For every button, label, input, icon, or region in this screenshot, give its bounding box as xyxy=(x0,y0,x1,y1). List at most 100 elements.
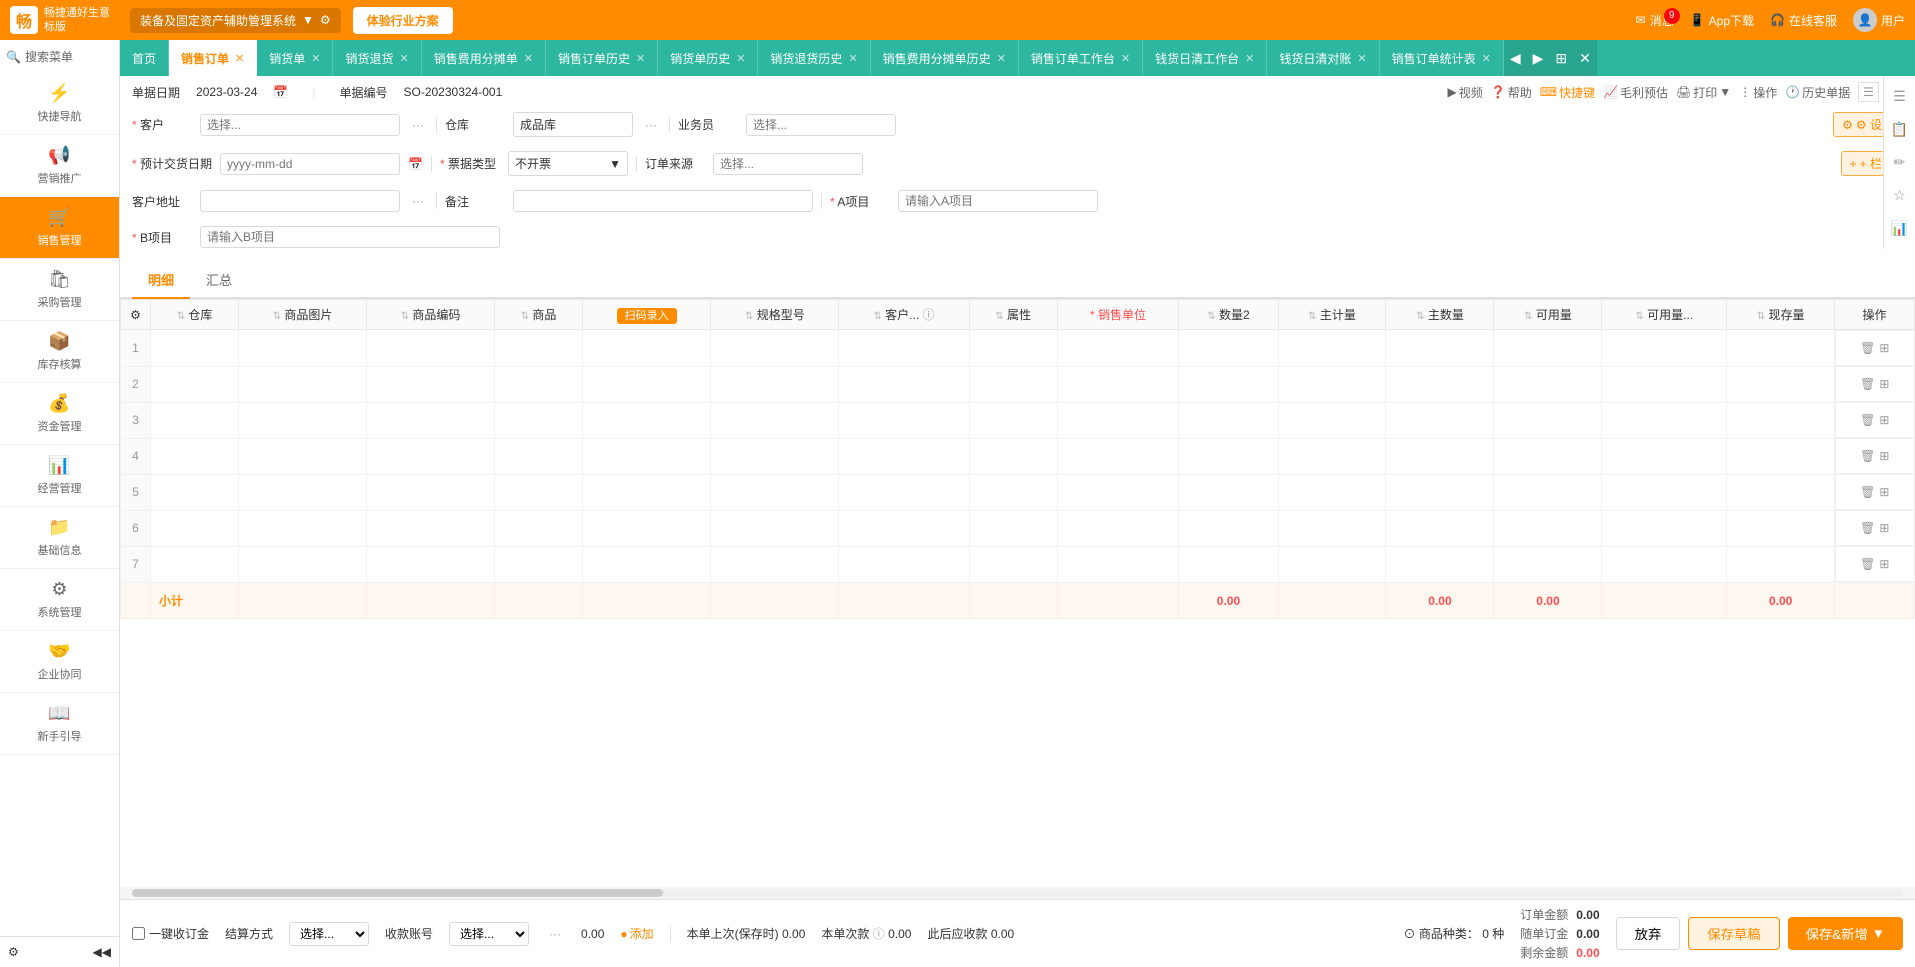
user-item[interactable]: 👤 用户 xyxy=(1853,8,1905,32)
history-btn[interactable]: 🕐 历史单据 xyxy=(1785,84,1850,101)
sidebar-item-sys-mgmt[interactable]: ⚙ 系统管理 xyxy=(0,569,119,631)
tab-cashflow[interactable]: 钱货日清工作台 ✕ xyxy=(1143,40,1267,76)
tab-close-return-history[interactable]: ✕ xyxy=(848,52,857,65)
row-delete-icon[interactable]: 🗑 xyxy=(1860,557,1875,571)
discard-button[interactable]: 放弃 xyxy=(1616,917,1681,950)
tab-fee-split[interactable]: 销售费用分摊单 ✕ xyxy=(422,40,546,76)
row-copy-icon[interactable]: ⊞ xyxy=(1879,557,1889,571)
sidebar-item-marketing[interactable]: 📢 营销推广 xyxy=(0,135,119,197)
warehouse-more-btn[interactable]: ··· xyxy=(641,118,661,132)
addr-more-btn[interactable]: ··· xyxy=(408,194,428,208)
list-view-btn[interactable]: ☰ xyxy=(1858,82,1879,102)
add-payment-btn[interactable]: ● 添加 xyxy=(620,925,653,942)
th-customer-code[interactable]: ⇅ 客户... ⓘ xyxy=(839,300,969,330)
collapse-icon[interactable]: ◀◀ xyxy=(93,945,111,959)
tab-more-btn[interactable]: ⊞ xyxy=(1549,40,1573,76)
print-btn[interactable]: 🖨 打印 ▼ xyxy=(1676,84,1731,101)
row-copy-icon[interactable]: ⊞ xyxy=(1879,485,1889,499)
sidebar-item-enterprise[interactable]: 🤝 企业协同 xyxy=(0,631,119,693)
help-btn[interactable]: ❓ 帮助 xyxy=(1491,84,1532,101)
tab-home[interactable]: 首页 xyxy=(120,40,169,76)
order-source-input[interactable] xyxy=(713,153,863,175)
tab-close-return[interactable]: ✕ xyxy=(400,52,409,65)
tab-close-goods-history[interactable]: ✕ xyxy=(736,52,745,65)
tab-next-btn[interactable]: ▶ xyxy=(1527,40,1550,76)
th-image[interactable]: ⇅ 商品图片 xyxy=(238,300,366,330)
scroll-thumb[interactable] xyxy=(132,889,663,897)
invoice-select[interactable]: 不开票 ▼ xyxy=(508,151,628,176)
tab-close-order-history[interactable]: ✕ xyxy=(636,52,645,65)
online-service-item[interactable]: 🎧 在线客服 xyxy=(1770,12,1837,29)
tab-sales-order[interactable]: 销售订单 ✕ xyxy=(169,40,257,76)
th-settings[interactable]: ⚙ xyxy=(121,300,151,330)
delivery-calendar-icon[interactable]: 📅 xyxy=(408,157,423,171)
sidebar-search[interactable]: 🔍 搜索菜单 xyxy=(0,40,119,73)
current-order-help[interactable]: ⓘ xyxy=(873,927,885,941)
sidebar-item-finance[interactable]: 💰 资金管理 xyxy=(0,383,119,445)
th-stock[interactable]: ⇅ 现存量 xyxy=(1727,300,1835,330)
th-main-qty[interactable]: ⇅ 主数量 xyxy=(1386,300,1494,330)
row-delete-icon[interactable]: 🗑 xyxy=(1860,485,1875,499)
ops-btn[interactable]: ⋮ 操作 xyxy=(1739,84,1777,101)
tab-sales-goods[interactable]: 销货单 ✕ xyxy=(257,40,333,76)
customer-more-btn[interactable]: ··· xyxy=(408,118,428,132)
tab-workbench[interactable]: 销售订单工作台 ✕ xyxy=(1019,40,1143,76)
row-delete-icon[interactable]: 🗑 xyxy=(1860,377,1875,391)
row-copy-icon[interactable]: ⊞ xyxy=(1879,377,1889,391)
right-tool-chart[interactable]: 📊 xyxy=(1887,216,1912,241)
tab-close-all-btn[interactable]: ✕ xyxy=(1573,40,1597,76)
th-unit[interactable]: * 销售单位 xyxy=(1057,300,1179,330)
tab-order-history[interactable]: 销售订单历史 ✕ xyxy=(546,40,658,76)
staff-input[interactable] xyxy=(746,114,896,136)
horizontal-scrollbar[interactable] xyxy=(132,889,1903,897)
bank-more-btn[interactable]: ··· xyxy=(545,927,565,941)
tab-goods-history[interactable]: 销货单历史 ✕ xyxy=(658,40,758,76)
right-tool-star[interactable]: ☆ xyxy=(1889,183,1910,208)
delivery-input[interactable] xyxy=(220,153,400,175)
sidebar-item-purchase[interactable]: 🛍 采购管理 xyxy=(0,259,119,321)
sidebar-item-inventory[interactable]: 📦 库存核算 xyxy=(0,321,119,383)
message-item[interactable]: ✉ 消息 9 xyxy=(1636,12,1674,29)
row-delete-icon[interactable]: 🗑 xyxy=(1860,341,1875,355)
solution-button[interactable]: 体验行业方案 xyxy=(353,7,453,34)
scan-btn[interactable]: 扫码录入 xyxy=(617,308,677,324)
row-copy-icon[interactable]: ⊞ xyxy=(1879,449,1889,463)
tab-close-stats[interactable]: ✕ xyxy=(1482,52,1491,65)
th-main-unit[interactable]: ⇅ 主计量 xyxy=(1278,300,1386,330)
th-product[interactable]: ⇅ 商品 xyxy=(494,300,582,330)
a-project-input[interactable] xyxy=(898,190,1098,212)
right-tool-clipboard[interactable]: 📋 xyxy=(1887,117,1912,142)
settings-bottom-icon[interactable]: ⚙ xyxy=(8,945,19,959)
auto-payment-checkbox[interactable] xyxy=(132,927,145,940)
th-scan[interactable]: 扫码录入 xyxy=(582,300,710,330)
system-title[interactable]: 装备及固定资产辅助管理系统 ▼ ⚙ xyxy=(130,8,341,33)
sidebar-item-guide[interactable]: 📖 新手引导 xyxy=(0,693,119,755)
right-tool-view[interactable]: ☰ xyxy=(1889,84,1910,109)
row-delete-icon[interactable]: 🗑 xyxy=(1860,449,1875,463)
view-btn[interactable]: ▶ 视频 xyxy=(1448,84,1483,101)
th-attr[interactable]: ⇅ 属性 xyxy=(969,300,1057,330)
sub-tab-summary[interactable]: 汇总 xyxy=(190,262,248,299)
th-warehouse[interactable]: ⇅ 仓库 xyxy=(151,300,239,330)
shortcut-btn[interactable]: ⌨ 快捷键 xyxy=(1540,84,1595,101)
tab-close-sales-goods[interactable]: ✕ xyxy=(311,52,320,65)
dropdown-icon[interactable]: ▼ xyxy=(1872,926,1885,941)
row-copy-icon[interactable]: ⊞ xyxy=(1879,413,1889,427)
settings-icon[interactable]: ⚙ xyxy=(320,13,331,27)
tab-return-history[interactable]: 销货退货历史 ✕ xyxy=(758,40,870,76)
tab-close-fee-history[interactable]: ✕ xyxy=(997,52,1006,65)
sub-tab-detail[interactable]: 明细 xyxy=(132,262,190,299)
sidebar-item-quick-nav[interactable]: ⚡ 快捷导航 xyxy=(0,73,119,135)
note-input[interactable] xyxy=(513,190,813,212)
tab-close-fee-split[interactable]: ✕ xyxy=(524,52,533,65)
tab-return[interactable]: 销货退货 ✕ xyxy=(333,40,421,76)
customer-addr-input[interactable] xyxy=(200,190,400,212)
th-available[interactable]: ⇅ 可用量 xyxy=(1494,300,1602,330)
save-draft-button[interactable]: 保存草稿 xyxy=(1688,917,1779,950)
tab-close-cashflow[interactable]: ✕ xyxy=(1245,52,1254,65)
th-available2[interactable]: ⇅ 可用量... xyxy=(1602,300,1727,330)
th-qty2[interactable]: ⇅ 数量2 xyxy=(1179,300,1278,330)
warehouse-value[interactable]: 成品库 xyxy=(513,112,633,137)
th-spec[interactable]: ⇅ 规格型号 xyxy=(711,300,839,330)
tab-close-sales-order[interactable]: ✕ xyxy=(235,52,244,65)
